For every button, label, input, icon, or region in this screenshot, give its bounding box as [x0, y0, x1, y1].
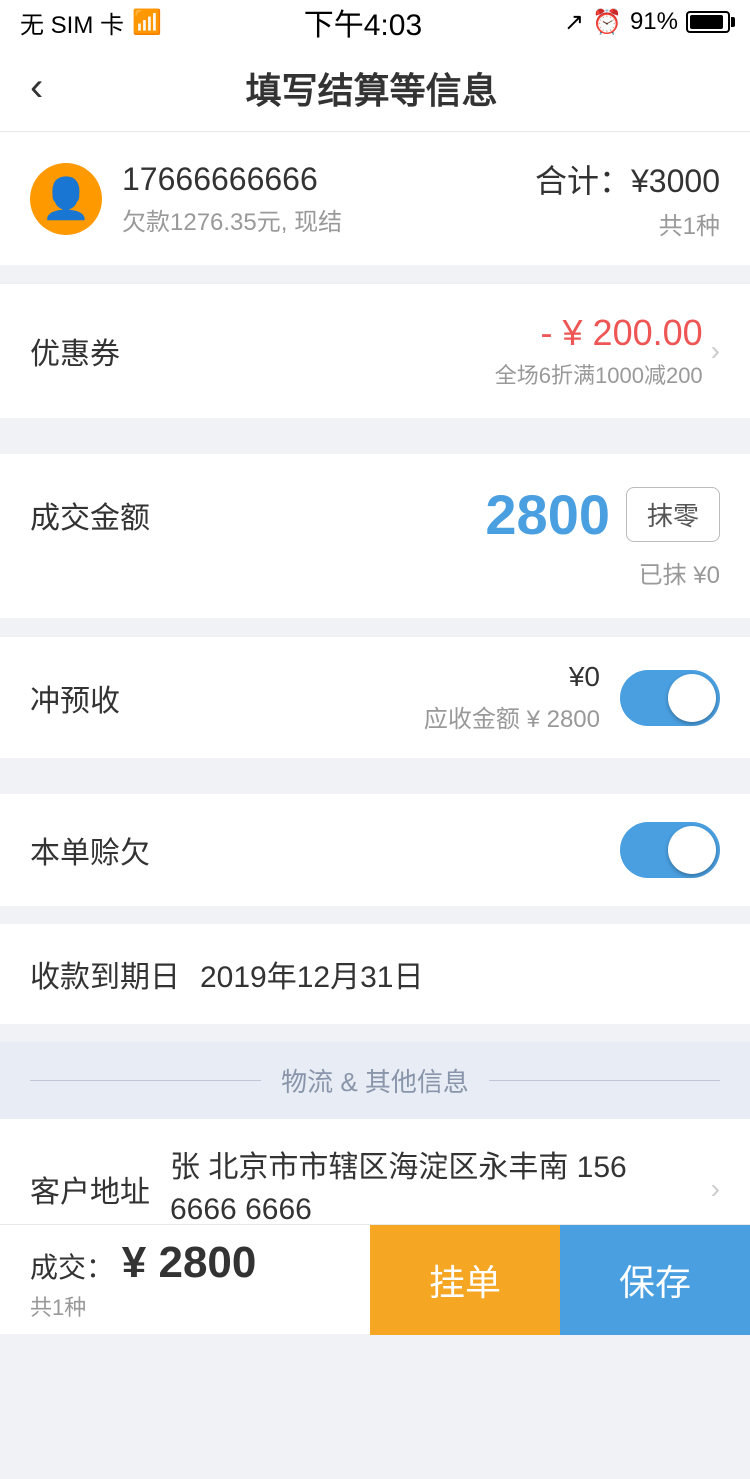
- back-button[interactable]: ‹: [30, 65, 63, 110]
- debt-section: 本单赊欠: [0, 794, 750, 906]
- divider-section: 物流 & 其他信息: [0, 1042, 750, 1119]
- coupon-amount: - ¥ 200.00: [541, 312, 703, 354]
- user-sub-info: 欠款1276.35元, 现结: [122, 202, 535, 237]
- bottom-deal-row: 成交： ¥ 2800: [30, 1238, 340, 1288]
- divider-line-right: [489, 1080, 720, 1081]
- nav-bar: ‹ 填写结算等信息: [0, 44, 750, 132]
- due-date-value: 2019年12月31日: [200, 952, 423, 996]
- hold-order-button[interactable]: 挂单: [370, 1225, 560, 1335]
- chevron-right-icon: ›: [711, 335, 720, 367]
- deal-amount-section: 成交金额 2800 抹零 已抹 ¥0: [0, 454, 750, 618]
- divider-line-left: [30, 1080, 261, 1081]
- location-icon: ↗: [564, 8, 584, 37]
- debt-toggle[interactable]: [620, 822, 720, 878]
- address-label: 客户地址: [30, 1167, 150, 1211]
- bottom-deal-label: 成交：: [30, 1252, 114, 1283]
- alarm-icon: ⏰: [592, 8, 622, 37]
- divider-text: 物流 & 其他信息: [261, 1062, 489, 1099]
- status-left: 无 SIM 卡 📶: [20, 5, 162, 40]
- deal-sub-info: 已抹 ¥0: [30, 555, 720, 590]
- section-gap-2: [0, 776, 750, 794]
- debt-toggle-thumb: [668, 826, 716, 874]
- battery-percent: 91%: [630, 8, 678, 36]
- wifi-icon: 📶: [132, 8, 162, 37]
- total-amount: 合计：¥3000: [535, 156, 720, 202]
- user-icon: 👤: [41, 175, 91, 222]
- debt-toggle-container: [600, 822, 720, 878]
- deal-amount-label: 成交金额: [30, 493, 150, 537]
- coupon-section[interactable]: 优惠券 - ¥ 200.00 全场6折满1000减200 ›: [0, 283, 750, 418]
- bottom-summary: 成交： ¥ 2800 共1种: [0, 1238, 370, 1322]
- save-button[interactable]: 保存: [560, 1225, 750, 1335]
- coupon-right: - ¥ 200.00 全场6折满1000减200: [495, 312, 703, 390]
- avatar: 👤: [30, 163, 102, 235]
- page-title: 填写结算等信息: [63, 62, 680, 114]
- battery-icon: [686, 11, 730, 33]
- due-date-label: 收款到期日: [30, 952, 180, 996]
- deal-amount-value: 2800: [485, 482, 610, 547]
- bottom-deal-amount: ¥ 2800: [122, 1238, 257, 1287]
- item-count: 共1种: [535, 206, 720, 241]
- section-gap: [0, 436, 750, 454]
- status-time: 下午4:03: [304, 0, 422, 44]
- debt-label: 本单赊欠: [30, 828, 150, 872]
- coupon-label: 优惠券: [30, 329, 120, 373]
- prepaid-sub: 应收金额 ¥ 2800: [424, 699, 600, 734]
- user-phone: 17666666666: [122, 161, 535, 198]
- prepaid-label: 冲预收: [30, 676, 120, 720]
- status-bar: 无 SIM 卡 📶 下午4:03 ↗ ⏰ 91%: [0, 0, 750, 44]
- prepaid-section: 冲预收 ¥0 应收金额 ¥ 2800: [0, 636, 750, 758]
- prepaid-amount: ¥0: [569, 661, 600, 693]
- user-info-section: 👤 17666666666 欠款1276.35元, 现结 合计：¥3000 共1…: [0, 132, 750, 265]
- due-date-section: 收款到期日 2019年12月31日: [0, 924, 750, 1024]
- prepaid-toggle[interactable]: [620, 670, 720, 726]
- user-details: 17666666666 欠款1276.35元, 现结: [122, 161, 535, 237]
- address-value: 张 北京市市辖区海淀区永丰南 156 6666 6666: [170, 1147, 701, 1231]
- bottom-item-count: 共1种: [30, 1290, 340, 1322]
- coupon-desc: 全场6折满1000减200: [495, 358, 703, 390]
- no-sim-text: 无 SIM 卡: [20, 5, 124, 40]
- address-chevron-icon: ›: [711, 1173, 720, 1205]
- bottom-bar: 成交： ¥ 2800 共1种 挂单 保存: [0, 1224, 750, 1334]
- order-total: 合计：¥3000 共1种: [535, 156, 720, 241]
- round-down-button[interactable]: 抹零: [626, 487, 720, 542]
- toggle-thumb: [668, 674, 716, 722]
- status-right: ↗ ⏰ 91%: [564, 8, 730, 37]
